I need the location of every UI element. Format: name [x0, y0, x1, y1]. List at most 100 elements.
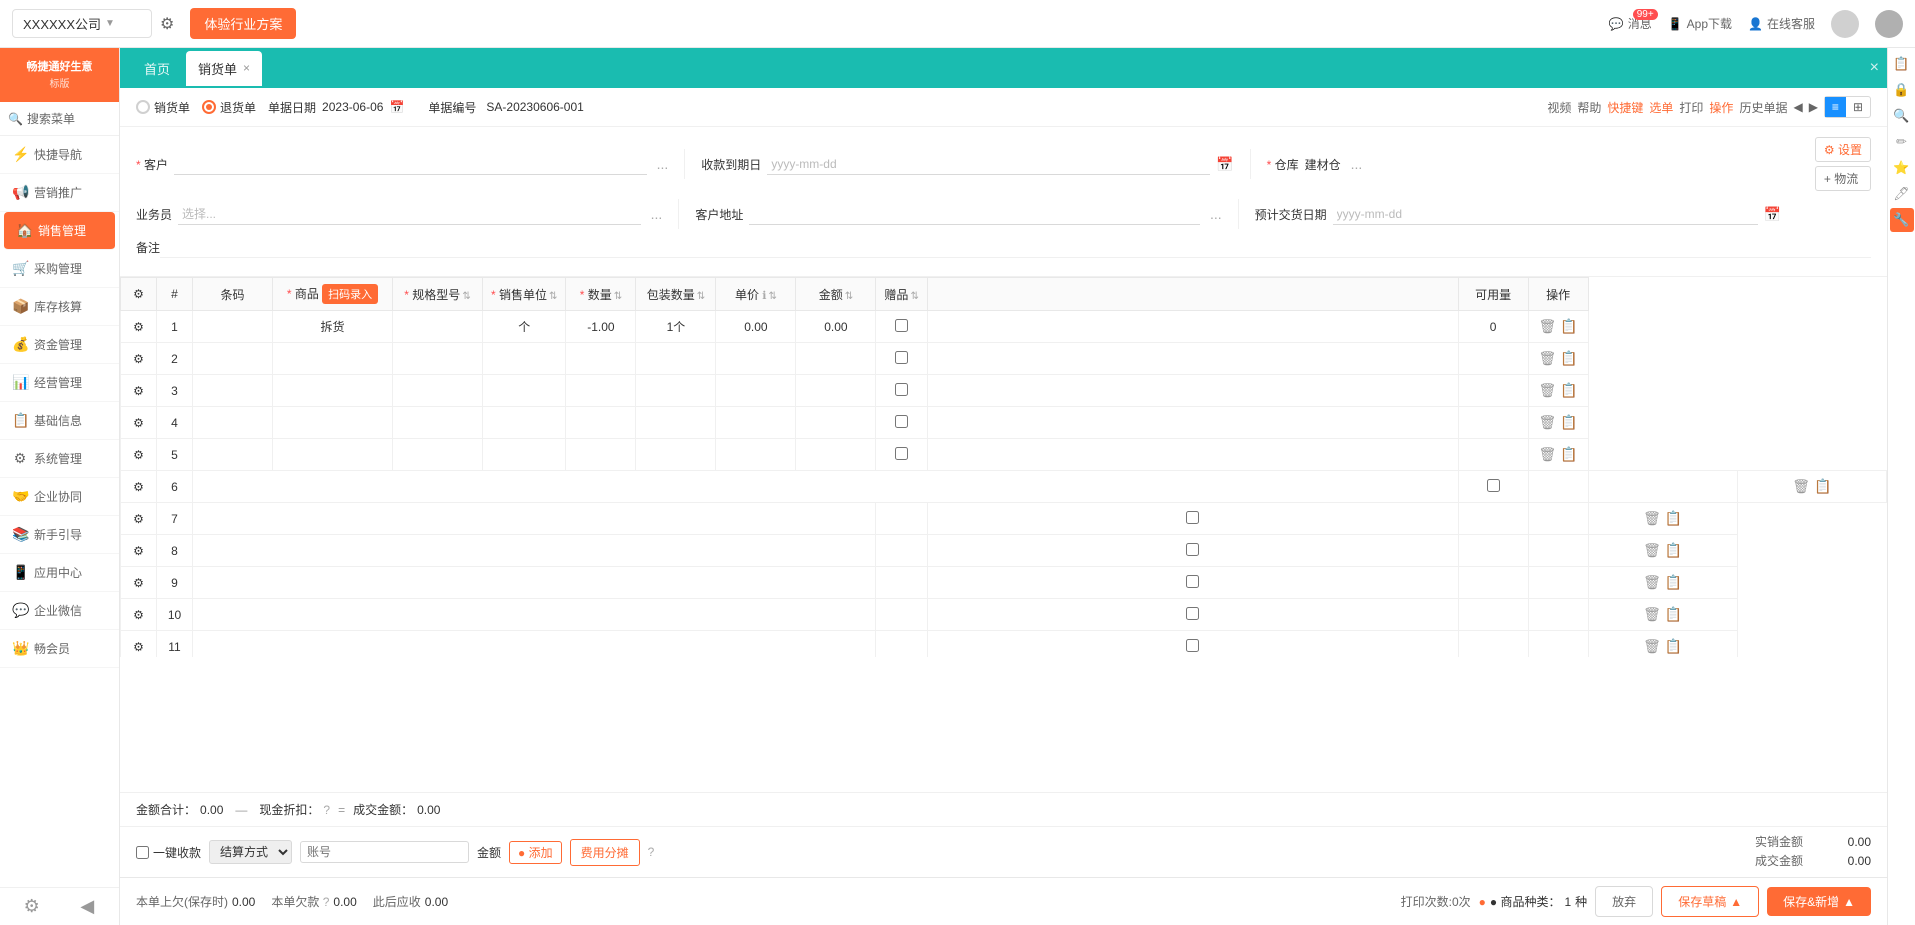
delete-row-7-button[interactable]: 🗑 — [1643, 510, 1661, 527]
video-button[interactable]: 视频 — [1547, 99, 1571, 116]
sidebar-item-system[interactable]: ⚙ 系统管理 — [0, 440, 119, 478]
help-button[interactable]: 帮助 — [1577, 99, 1601, 116]
delete-row-4-button[interactable]: 🗑 — [1538, 414, 1556, 431]
tab-close-button[interactable]: × — [243, 61, 250, 75]
cell-settings-2[interactable]: ⚙ — [121, 343, 157, 375]
app-download-button[interactable]: 📱 App下载 — [1668, 15, 1732, 32]
cell-spec-5[interactable] — [393, 439, 483, 471]
operate-button[interactable]: 操作 — [1709, 99, 1733, 116]
grid-view-button[interactable]: ⊞ — [1846, 97, 1870, 117]
company-selector[interactable]: XXXXXX公司 ▼ — [12, 9, 152, 38]
cell-spec-2[interactable] — [393, 343, 483, 375]
sidebar-settings-button[interactable]: ⚙ — [8, 896, 56, 917]
cell-settings-9[interactable]: ⚙ — [121, 567, 157, 599]
cell-remark-8[interactable] — [1458, 535, 1528, 567]
cell-settings-7[interactable]: ⚙ — [121, 503, 157, 535]
right-panel-btn-7[interactable]: 🔧 — [1890, 208, 1914, 232]
history-button[interactable]: 历史单据 — [1739, 99, 1787, 116]
cell-remark-9[interactable] — [1458, 567, 1528, 599]
sidebar-item-wechat[interactable]: 💬 企业微信 — [0, 592, 119, 630]
right-panel-btn-4[interactable]: ✏ — [1890, 130, 1914, 154]
cell-gift-6[interactable] — [1458, 471, 1528, 503]
cell-gift-7[interactable] — [927, 503, 1458, 535]
cell-price-5[interactable] — [716, 439, 796, 471]
copy-row-11-button[interactable]: 📋 — [1665, 638, 1682, 655]
th-settings[interactable]: ⚙ — [121, 278, 157, 311]
right-panel-btn-6[interactable]: 🖊 — [1890, 182, 1914, 206]
copy-row-5-button[interactable]: 📋 — [1560, 446, 1577, 463]
cell-barcode-3[interactable] — [193, 375, 273, 407]
right-panel-btn-1[interactable]: 📋 — [1890, 52, 1914, 76]
radio-return[interactable]: 退货单 — [202, 99, 256, 116]
delete-row-5-button[interactable]: 🗑 — [1538, 446, 1556, 463]
gift-checkbox-1[interactable] — [895, 319, 908, 332]
cell-remark-6[interactable] — [1528, 471, 1588, 503]
cell-price-3[interactable] — [716, 375, 796, 407]
cell-settings-1[interactable]: ⚙ — [121, 311, 157, 343]
gift-checkbox-5[interactable] — [895, 447, 908, 460]
sidebar-item-marketing[interactable]: 📢 营销推广 — [0, 174, 119, 212]
receive-date-input[interactable] — [767, 154, 1210, 175]
customer-address-input[interactable] — [749, 204, 1200, 225]
cell-settings-3[interactable]: ⚙ — [121, 375, 157, 407]
cell-settings-4[interactable]: ⚙ — [121, 407, 157, 439]
copy-row-6-button[interactable]: 📋 — [1814, 478, 1831, 495]
expense-help-icon[interactable]: ? — [648, 845, 655, 859]
avatar2[interactable] — [1875, 10, 1903, 38]
receive-date-calendar-icon[interactable]: 📅 — [1216, 156, 1233, 173]
save-new-button[interactable]: 保存&新增 ▲ — [1767, 887, 1871, 916]
customer-address-more-button[interactable]: ... — [1210, 206, 1222, 222]
cell-product-4[interactable] — [273, 407, 393, 439]
cell-pkg-3[interactable] — [636, 375, 716, 407]
cell-product-3[interactable] — [273, 375, 393, 407]
sidebar-item-purchase[interactable]: 🛒 采购管理 — [0, 250, 119, 288]
copy-row-8-button[interactable]: 📋 — [1665, 542, 1682, 559]
cell-unit-3[interactable] — [483, 375, 566, 407]
save-draft-button[interactable]: 保存草稿 ▲ — [1661, 886, 1759, 917]
cell-gift-2[interactable] — [876, 343, 927, 375]
copy-row-3-button[interactable]: 📋 — [1560, 382, 1577, 399]
cell-barcode-4[interactable] — [193, 407, 273, 439]
cell-barcode-2[interactable] — [193, 343, 273, 375]
gift-checkbox-8[interactable] — [1186, 543, 1199, 556]
gift-checkbox-6[interactable] — [1487, 479, 1500, 492]
delete-row-1-button[interactable]: 🗑 — [1538, 318, 1556, 335]
cell-settings-10[interactable]: ⚙ — [121, 599, 157, 631]
add-payment-button[interactable]: ● 添加 — [509, 841, 562, 864]
right-panel-btn-5[interactable]: ⭐ — [1890, 156, 1914, 180]
cell-pkg-5[interactable] — [636, 439, 716, 471]
cell-gift-11[interactable] — [927, 631, 1458, 658]
radio-sale[interactable]: 销货单 — [136, 99, 190, 116]
cell-price-2[interactable] — [716, 343, 796, 375]
expected-date-input[interactable] — [1333, 204, 1758, 225]
message-button[interactable]: 💬 消息 99+ — [1609, 15, 1652, 32]
cell-remark-1[interactable] — [927, 311, 1458, 343]
cell-product-5[interactable] — [273, 439, 393, 471]
tab-sales-order[interactable]: 销货单 × — [186, 51, 262, 86]
sidebar-item-vip[interactable]: 👑 畅会员 — [0, 630, 119, 668]
scan-barcode-button[interactable]: 扫码录入 — [322, 284, 378, 304]
avatar[interactable] — [1831, 10, 1859, 38]
cell-remark-4[interactable] — [927, 407, 1458, 439]
next-button[interactable]: ▶ — [1809, 100, 1818, 114]
print-button[interactable]: 打印 — [1679, 99, 1703, 116]
cell-spec-1[interactable] — [393, 311, 483, 343]
cell-product-2[interactable] — [273, 343, 393, 375]
one-click-checkbox[interactable] — [136, 846, 149, 859]
cell-settings-11[interactable]: ⚙ — [121, 631, 157, 658]
gift-checkbox-4[interactable] — [895, 415, 908, 428]
payment-method-select[interactable]: 结算方式 — [209, 840, 292, 864]
cell-gift-8[interactable] — [927, 535, 1458, 567]
shortcut-button[interactable]: 快捷键 — [1607, 99, 1643, 116]
calendar-icon[interactable]: 📅 — [389, 100, 404, 114]
cell-qty-2[interactable] — [566, 343, 636, 375]
gift-checkbox-7[interactable] — [1186, 511, 1199, 524]
sales-person-input[interactable] — [178, 204, 641, 225]
delete-row-8-button[interactable]: 🗑 — [1643, 542, 1661, 559]
customer-more-button[interactable]: ... — [657, 156, 669, 172]
discount-help-icon[interactable]: ? — [323, 803, 330, 817]
cell-qty-1[interactable]: -1.00 — [566, 311, 636, 343]
cell-remark-2[interactable] — [927, 343, 1458, 375]
prev-button[interactable]: ◀ — [1793, 100, 1802, 114]
cell-gift-1[interactable] — [876, 311, 927, 343]
